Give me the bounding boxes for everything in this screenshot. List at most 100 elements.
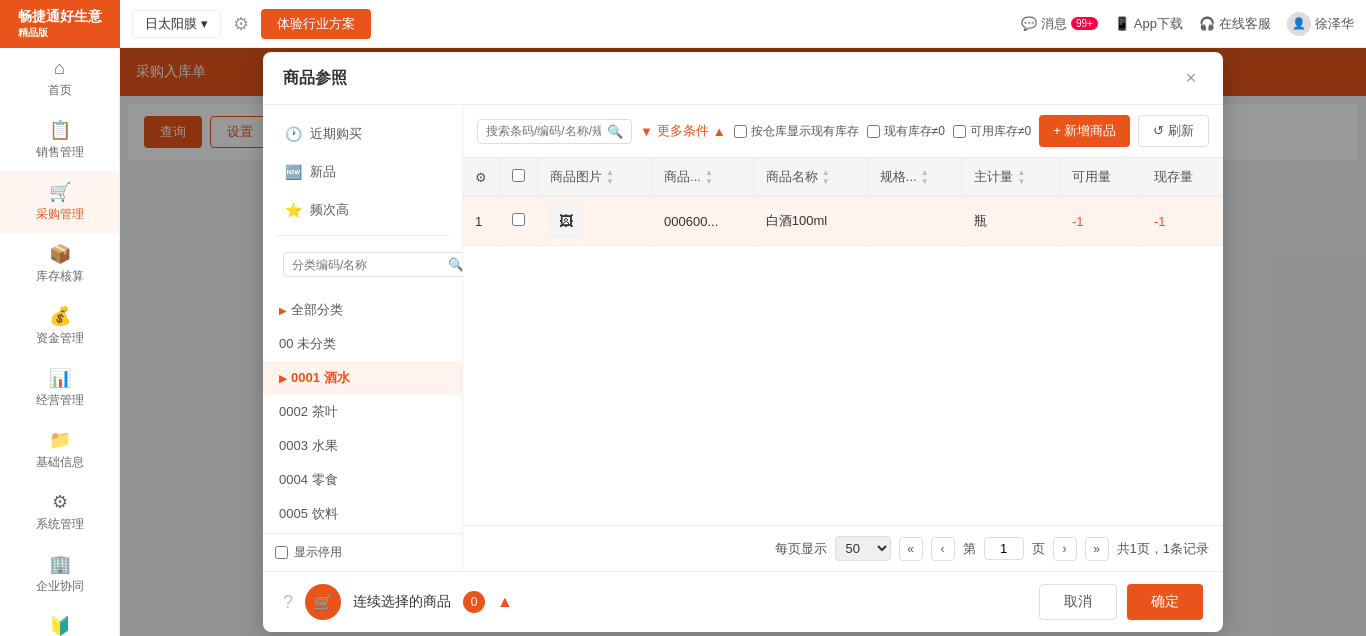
col-unit: 主计量 ▲▼ xyxy=(962,158,1059,197)
settings-icon: ⚙ xyxy=(475,170,487,185)
cancel-button[interactable]: 取消 xyxy=(1039,584,1117,620)
chevron-down-icon: ▾ xyxy=(201,16,208,31)
warehouse-filter[interactable]: 按仓库显示现有库存 xyxy=(734,123,859,140)
next-page-btn[interactable]: › xyxy=(1053,537,1077,561)
footer-actions: 取消 确定 xyxy=(1039,584,1203,620)
cart-count: 0 xyxy=(463,591,485,613)
purchase-icon: 🛒 xyxy=(49,181,71,203)
table-row[interactable]: 1 🖼 000600... xyxy=(463,197,1223,246)
warehouse-checkbox[interactable] xyxy=(734,125,747,138)
sidebar-item-home[interactable]: ⌂ 首页 xyxy=(0,48,119,109)
col-settings[interactable]: ⚙ xyxy=(463,158,500,197)
select-all-checkbox[interactable] xyxy=(512,169,525,182)
online-service-btn[interactable]: 🎧 在线客服 xyxy=(1199,15,1271,33)
headset-icon: 🎧 xyxy=(1199,16,1215,31)
category-label: 0005 饮料 xyxy=(279,505,338,523)
category-0004[interactable]: 0004 零食 xyxy=(263,463,462,497)
col-spec: 规格... ▲▼ xyxy=(867,158,962,197)
tab-new-products[interactable]: 🆕 新品 xyxy=(275,155,450,189)
top-nav: 畅捷通好生意 精品版 日太阳膜 ▾ ⚙ 体验行业方案 💬 消息 99+ 📱 Ap… xyxy=(0,0,1366,48)
sidebar-item-purchase[interactable]: 🛒 采购管理 xyxy=(0,171,119,233)
avatar: 👤 xyxy=(1287,12,1311,36)
finance-icon: 💰 xyxy=(49,305,71,327)
sort-arrows-code: ▲▼ xyxy=(705,168,713,186)
sidebar-item-inventory[interactable]: 📦 库存核算 xyxy=(0,233,119,295)
tab-recent-label: 近期购买 xyxy=(310,125,362,143)
right-panel: 🔍 ▼ 更多条件 ▲ 按仓库显示现有库存 xyxy=(463,105,1223,571)
more-filter-btn[interactable]: ▼ 更多条件 ▲ xyxy=(640,122,726,140)
usable-checkbox[interactable] xyxy=(953,125,966,138)
sidebar-item-system[interactable]: ⚙ 系统管理 xyxy=(0,481,119,543)
user-menu[interactable]: 👤 徐泽华 xyxy=(1287,12,1354,36)
message-icon: 💬 xyxy=(1021,16,1037,31)
app-download-btn[interactable]: 📱 App下载 xyxy=(1114,15,1183,33)
close-icon[interactable]: × xyxy=(1179,66,1203,90)
arrow-icon: ▶ xyxy=(279,373,287,384)
tab-frequent[interactable]: ⭐ 频次高 xyxy=(275,193,450,227)
first-page-btn[interactable]: « xyxy=(899,537,923,561)
filter-icon: ▼ xyxy=(640,124,653,139)
gear-icon[interactable]: ⚙ xyxy=(233,13,249,35)
help-icon[interactable]: ? xyxy=(283,592,293,613)
left-panel-tabs: 🕐 近期购买 🆕 新品 ⭐ 频次高 xyxy=(263,105,462,227)
sidebar-item-enterprise[interactable]: 🏢 企业协同 xyxy=(0,543,119,605)
category-label: 0003 水果 xyxy=(279,437,338,455)
sidebar-label-operation: 经营管理 xyxy=(36,392,84,409)
sidebar-item-sales[interactable]: 📋 销售管理 xyxy=(0,109,119,171)
refresh-btn[interactable]: ↺ 刷新 xyxy=(1138,115,1209,147)
col-stock: 现存量 xyxy=(1141,158,1223,197)
confirm-button[interactable]: 确定 xyxy=(1127,584,1203,620)
sidebar-label-system: 系统管理 xyxy=(36,516,84,533)
category-0001[interactable]: ▶ 0001 酒水 xyxy=(263,361,462,395)
logo-sub: 精品版 xyxy=(18,26,102,40)
product-search-box[interactable]: 🔍 xyxy=(477,119,632,144)
inventory-icon: 📦 xyxy=(49,243,71,265)
sidebar-item-finance[interactable]: 💰 资金管理 xyxy=(0,295,119,357)
logo-main: 畅捷通好生意 xyxy=(18,8,102,26)
category-0003[interactable]: 0003 水果 xyxy=(263,429,462,463)
row-checkbox[interactable] xyxy=(512,213,525,226)
messages-badge: 99+ xyxy=(1071,17,1098,30)
phone-icon: 📱 xyxy=(1114,16,1130,31)
per-page-select[interactable]: 50 10 20 100 xyxy=(835,536,891,561)
category-0005[interactable]: 0005 饮料 xyxy=(263,497,462,531)
home-icon: ⌂ xyxy=(54,58,65,79)
collapse-cart-icon[interactable]: ▲ xyxy=(497,593,513,611)
category-list: ▶ 全部分类 00 未分类 ▶ 0001 酒水 0002 茶 xyxy=(263,289,462,533)
left-panel: 🕐 近期购买 🆕 新品 ⭐ 频次高 xyxy=(263,105,463,571)
available-checkbox[interactable] xyxy=(867,125,880,138)
category-00[interactable]: 00 未分类 xyxy=(263,327,462,361)
category-label: 0004 零食 xyxy=(279,471,338,489)
prev-page-btn[interactable]: ‹ xyxy=(931,537,955,561)
usable-filter[interactable]: 可用库存≠0 xyxy=(953,123,1031,140)
category-0002[interactable]: 0002 茶叶 xyxy=(263,395,462,429)
divider xyxy=(275,235,450,236)
available-filter[interactable]: 现有库存≠0 xyxy=(867,123,945,140)
main-layout: ⌂ 首页 📋 销售管理 🛒 采购管理 📦 库存核算 💰 资金管理 📊 经营管理 … xyxy=(0,48,1366,636)
table-toolbar: 🔍 ▼ 更多条件 ▲ 按仓库显示现有库存 xyxy=(463,105,1223,158)
sidebar-item-operation[interactable]: 📊 经营管理 xyxy=(0,357,119,419)
row-spec xyxy=(867,197,962,246)
row-checkbox-cell[interactable] xyxy=(500,197,538,246)
messages-btn[interactable]: 💬 消息 99+ xyxy=(1021,15,1098,33)
page-input[interactable] xyxy=(984,537,1024,560)
last-page-btn[interactable]: » xyxy=(1085,537,1109,561)
store-selector[interactable]: 日太阳膜 ▾ xyxy=(132,10,221,38)
col-code: 商品... ▲▼ xyxy=(652,158,754,197)
row-code: 000600... xyxy=(652,197,754,246)
experience-btn[interactable]: 体验行业方案 xyxy=(261,9,371,39)
product-search-input[interactable] xyxy=(486,124,601,138)
category-search-input[interactable] xyxy=(292,258,442,272)
cart-button[interactable]: 🛒 xyxy=(305,584,341,620)
show-disabled-checkbox[interactable] xyxy=(275,546,288,559)
category-label: 00 未分类 xyxy=(279,335,336,353)
category-search[interactable]: 🔍 xyxy=(283,252,463,277)
sidebar-item-base[interactable]: 📁 基础信息 xyxy=(0,419,119,481)
category-all[interactable]: ▶ 全部分类 xyxy=(263,293,462,327)
add-product-btn[interactable]: + 新增商品 xyxy=(1039,115,1130,147)
product-reference-dialog: 商品参照 × 🕐 近期购买 🆕 xyxy=(263,52,1223,632)
sidebar-item-newbie[interactable]: 🔰 新手引导 xyxy=(0,605,119,636)
sidebar-label-base: 基础信息 xyxy=(36,454,84,471)
tab-recent-purchase[interactable]: 🕐 近期购买 xyxy=(275,117,450,151)
search-icon: 🔍 xyxy=(607,124,623,139)
